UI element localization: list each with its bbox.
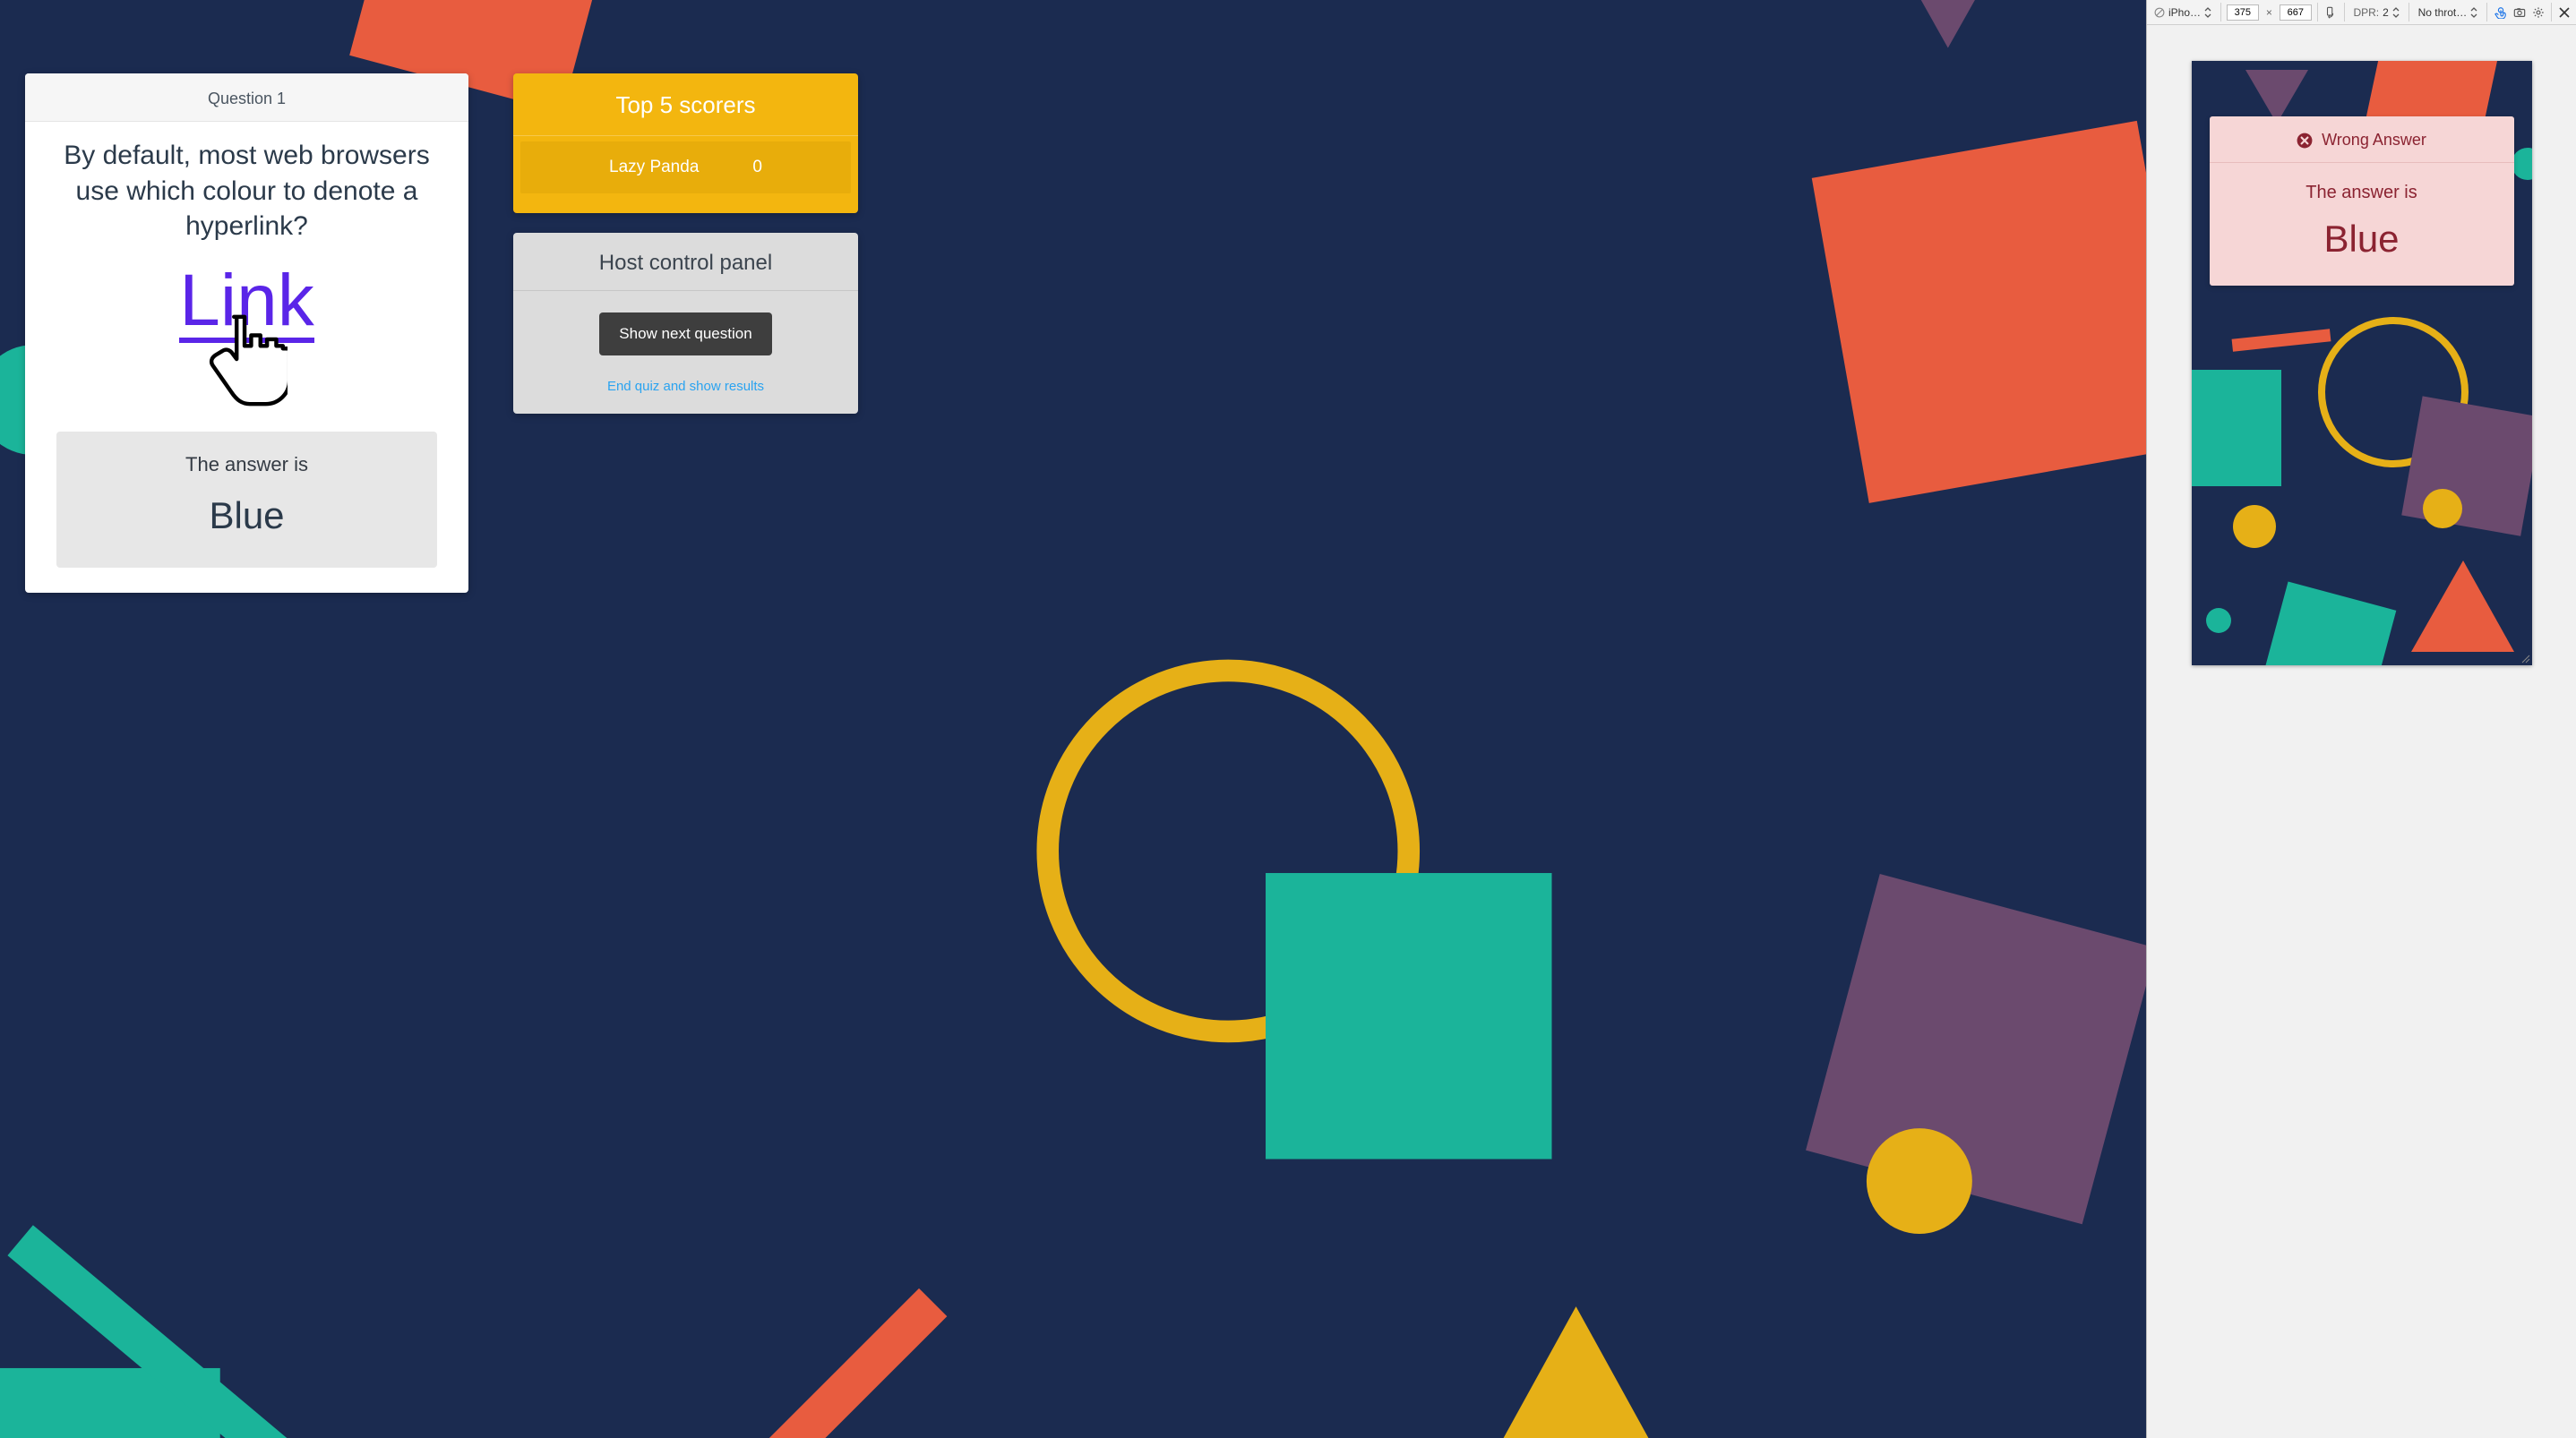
- screenshot-button[interactable]: [2512, 3, 2527, 22]
- device-viewport-area: Wrong Answer The answer is Blue: [2147, 25, 2576, 1438]
- link-illustration: Link: [149, 264, 346, 412]
- host-panel-title: Host control panel: [513, 233, 858, 291]
- question-number: Question 1: [25, 73, 468, 122]
- question-text: By default, most web browsers use which …: [56, 138, 437, 244]
- chevron-updown-icon: [2470, 7, 2477, 18]
- answer-label: The answer is: [65, 453, 428, 476]
- host-preview: Question 1 By default, most web browsers…: [0, 0, 2146, 1438]
- chevron-updown-icon: [2204, 7, 2211, 18]
- side-column: Top 5 scorers Lazy Panda 0 Host control …: [513, 73, 858, 414]
- dpr-select[interactable]: DPR: 2: [2349, 4, 2402, 21]
- device-name: iPho…: [2168, 6, 2201, 19]
- answer-box: The answer is Blue: [56, 432, 437, 568]
- wrong-answer-value: Blue: [2210, 203, 2514, 261]
- camera-icon: [2513, 6, 2526, 19]
- chevron-updown-icon: [2392, 7, 2400, 18]
- answer-value: Blue: [65, 494, 428, 537]
- scorers-title: Top 5 scorers: [513, 73, 858, 136]
- close-icon: [2558, 6, 2571, 19]
- scorer-name: Lazy Panda: [609, 158, 699, 177]
- dpr-value: 2: [2383, 6, 2389, 19]
- wrong-answer-header: Wrong Answer: [2210, 116, 2514, 163]
- viewport-width-input[interactable]: [2227, 4, 2259, 21]
- rotate-icon: [2324, 6, 2337, 19]
- device-select[interactable]: iPho…: [2151, 4, 2215, 21]
- touch-icon: [2494, 6, 2507, 19]
- throttle-value: No throt…: [2418, 6, 2468, 19]
- close-device-toolbar-button[interactable]: [2557, 3, 2572, 22]
- devtools-toolbar: iPho… × DPR: 2 No throt…: [2147, 0, 2576, 25]
- resize-handle-icon[interactable]: [2520, 653, 2530, 663]
- wrong-answer-title: Wrong Answer: [2322, 131, 2426, 150]
- touch-simulation-button[interactable]: [2493, 3, 2508, 22]
- error-circle-icon: [2297, 133, 2313, 149]
- question-card: Question 1 By default, most web browsers…: [25, 73, 468, 593]
- scorers-card: Top 5 scorers Lazy Panda 0: [513, 73, 858, 213]
- show-next-question-button[interactable]: Show next question: [599, 312, 771, 355]
- wrong-answer-sub: The answer is: [2210, 163, 2514, 203]
- preview-content: Question 1 By default, most web browsers…: [0, 0, 2146, 1438]
- dpr-label: DPR:: [2353, 6, 2379, 19]
- gear-icon: [2532, 6, 2545, 19]
- viewport-height-input[interactable]: [2280, 4, 2312, 21]
- rotate-device-button[interactable]: [2323, 3, 2339, 22]
- device-frame[interactable]: Wrong Answer The answer is Blue: [2192, 61, 2532, 665]
- devtools-settings-button[interactable]: [2530, 3, 2546, 22]
- no-entry-icon: [2154, 7, 2165, 18]
- wrong-answer-card: Wrong Answer The answer is Blue: [2210, 116, 2514, 286]
- pointer-cursor-icon: [207, 309, 288, 412]
- dimension-x: ×: [2263, 6, 2276, 19]
- score-row: Lazy Panda 0: [520, 141, 851, 193]
- scorer-score: 0: [752, 158, 762, 177]
- throttle-select[interactable]: No throt…: [2415, 4, 2482, 21]
- end-quiz-link[interactable]: End quiz and show results: [513, 379, 858, 394]
- host-panel-card: Host control panel Show next question En…: [513, 233, 858, 414]
- devtools-pane: iPho… × DPR: 2 No throt…: [2146, 0, 2576, 1438]
